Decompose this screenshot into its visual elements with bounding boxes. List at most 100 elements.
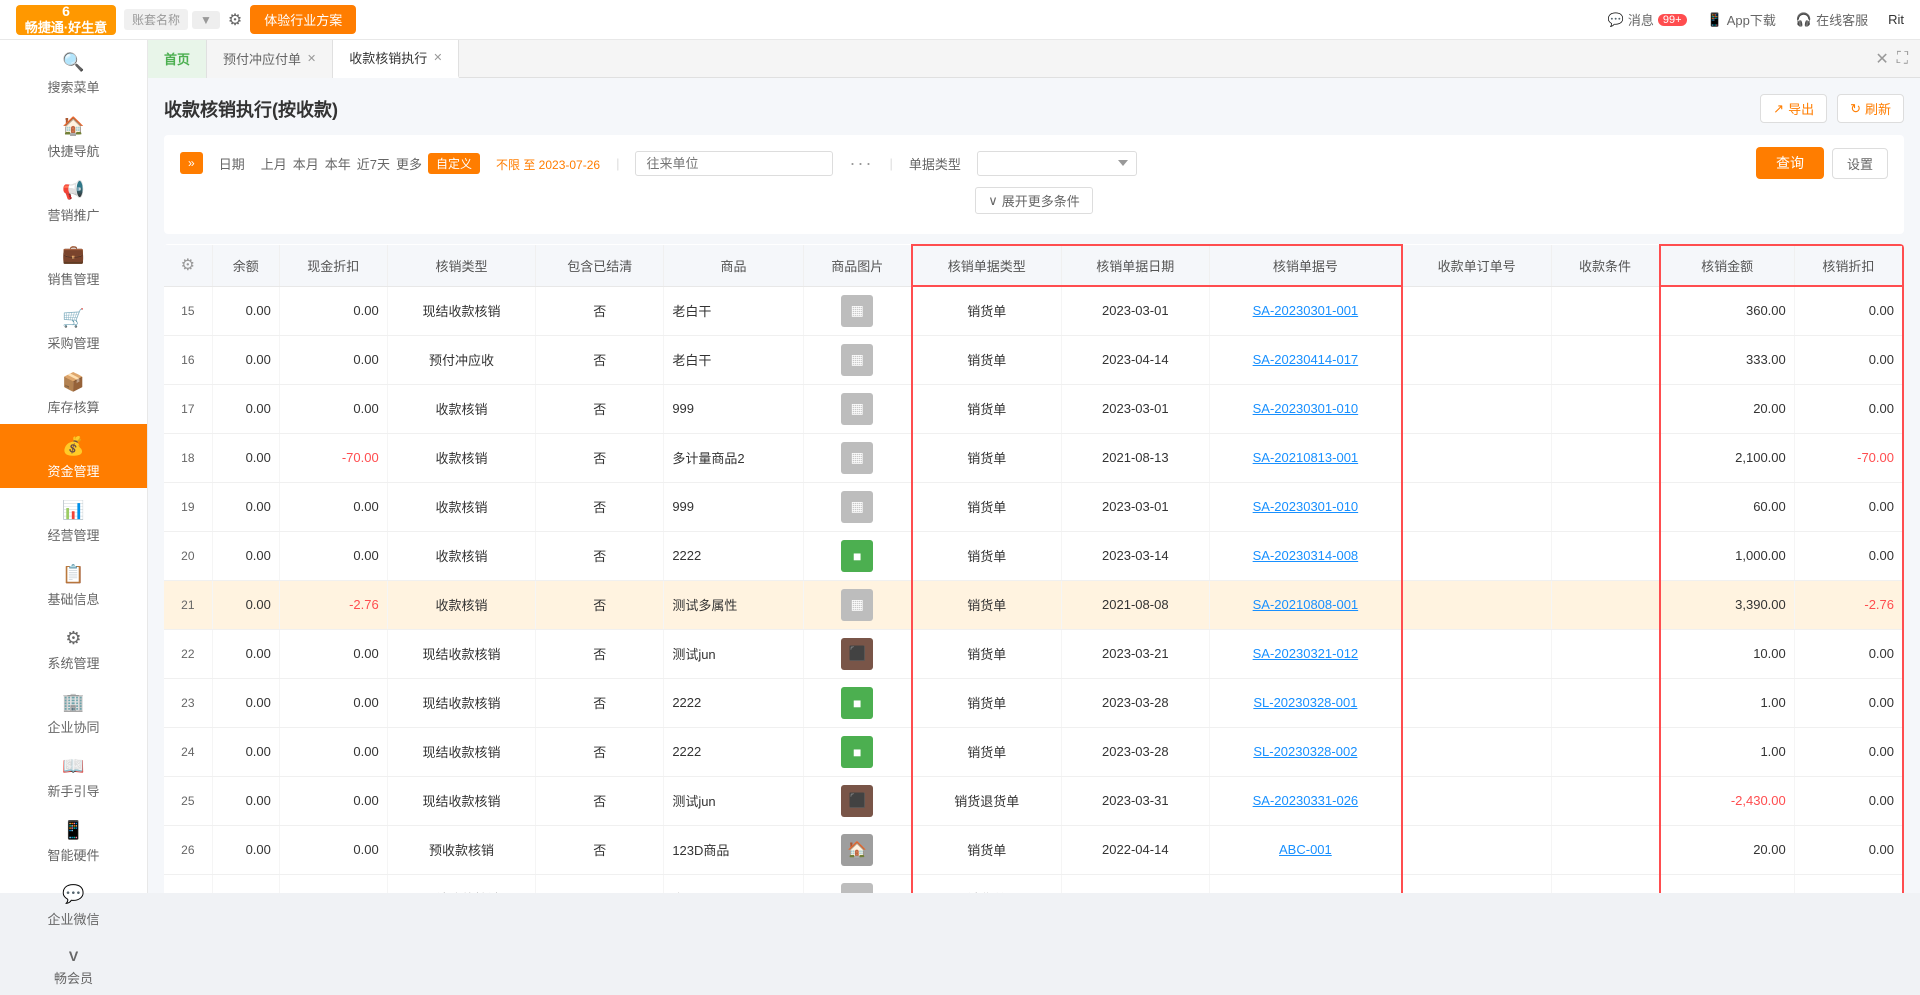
- tab-prepay[interactable]: 预付冲应付单 ✕: [207, 40, 333, 78]
- date-option-last-month[interactable]: 上月: [261, 154, 287, 173]
- baseinfo-icon: 📋: [62, 564, 84, 585]
- sidebar-label-purchase: 采购管理: [47, 333, 99, 352]
- tab-fullscreen-icon[interactable]: ⛶: [1897, 50, 1908, 68]
- operations-icon: 📊: [62, 500, 84, 521]
- date-custom-button[interactable]: 自定义: [428, 153, 480, 174]
- sidebar-label-vip: 畅会员: [54, 968, 93, 987]
- page-header: 收款核销执行(按收款) ↗ 导出 ↻ 刷新: [164, 94, 1904, 123]
- sidebar-label-quicknav: 快捷导航: [47, 141, 99, 160]
- counterparty-input[interactable]: [635, 151, 833, 176]
- bill-no-link[interactable]: ABC-001: [1279, 842, 1332, 857]
- table-row: 220.000.00现结收款核销否测试jun⬛销货单2023-03-21SA-2…: [164, 629, 1903, 678]
- query-button[interactable]: 查询: [1756, 147, 1824, 179]
- bill-no-link[interactable]: SA-20230301-010: [1253, 499, 1359, 514]
- table-header-row: ⚙ 余额 现金折扣 核销类型 包含已结清 商品 商品图片 核销单据类型 核销单据…: [164, 245, 1903, 286]
- filter-expand-button[interactable]: »: [180, 152, 203, 174]
- sidebar-item-operations[interactable]: 📊 经营管理: [0, 488, 147, 552]
- tab-prepay-label: 预付冲应付单: [223, 49, 301, 68]
- sidebar-item-finance[interactable]: 💰 资金管理: [0, 424, 147, 488]
- bill-no-link[interactable]: SA-20230331-026: [1253, 793, 1359, 808]
- bill-no-link[interactable]: SA-20230321-012: [1253, 646, 1359, 661]
- table-row: 230.000.00现结收款核销否2222■销货单2023-03-28SL-20…: [164, 678, 1903, 727]
- bill-no-link[interactable]: SA-20230414-017: [1253, 352, 1359, 367]
- sidebar-item-vip[interactable]: V 畅会员: [0, 936, 147, 995]
- message-badge: 99+: [1658, 14, 1687, 26]
- search-icon: 🔍: [62, 52, 84, 73]
- tab-prepay-close[interactable]: ✕: [307, 52, 316, 65]
- bill-no-link[interactable]: SA-20230301-001: [1253, 303, 1359, 318]
- bill-no-link[interactable]: SL-20230328-002: [1253, 744, 1357, 759]
- th-receipt-condition: 收款条件: [1551, 245, 1660, 286]
- bill-no-link[interactable]: SL-20230328-001: [1253, 695, 1357, 710]
- settings-button[interactable]: 设置: [1832, 148, 1888, 179]
- bill-no-link[interactable]: SA-20210813-001: [1253, 450, 1359, 465]
- sidebar-label-system: 系统管理: [47, 653, 99, 672]
- date-option-more[interactable]: 更多: [396, 154, 422, 173]
- wechat-icon: 💬: [62, 884, 84, 905]
- user-name[interactable]: Rit: [1888, 12, 1904, 27]
- bill-no-link[interactable]: SA-20230314-008: [1253, 548, 1359, 563]
- filter-area: » 日期 上月 本月 本年 近7天 更多 自定义 不限 至 2023-07-26: [164, 135, 1904, 234]
- sidebar-item-quicknav[interactable]: 🏠 快捷导航: [0, 104, 147, 168]
- product-image: ▦: [841, 393, 873, 425]
- download-icon: 📱: [1707, 12, 1723, 28]
- enterprise-icon: 🏢: [62, 692, 84, 713]
- tab-writeoff-close[interactable]: ✕: [433, 51, 442, 64]
- system-icon: ⚙: [65, 628, 81, 649]
- date-option-7days[interactable]: 近7天: [357, 154, 390, 173]
- sidebar-item-marketing[interactable]: 📢 营销推广: [0, 168, 147, 232]
- expand-more-button[interactable]: ∨ 展开更多条件: [975, 187, 1093, 214]
- top-bar: 6 畅捷通·好生意 账套名称 ▼ ⚙ 体验行业方案 💬 消息 99+ 📱 App…: [0, 0, 1920, 40]
- bill-no-link[interactable]: SA-20210808-001: [1253, 597, 1359, 612]
- sidebar-item-smarthw[interactable]: 📱 智能硬件: [0, 808, 147, 872]
- product-image: ⬛: [841, 638, 873, 670]
- tab-close-all-icon[interactable]: ✕: [1875, 49, 1888, 69]
- refresh-button[interactable]: ↻ 刷新: [1837, 94, 1904, 123]
- main-content: 首页 预付冲应付单 ✕ 收款核销执行 ✕ ✕ ⛶ 收款核销执行(按收款): [148, 40, 1920, 893]
- tab-home[interactable]: 首页: [148, 40, 207, 78]
- sidebar-label-baseinfo: 基础信息: [47, 589, 99, 608]
- sidebar-item-inventory[interactable]: 📦 库存核算: [0, 360, 147, 424]
- account-selector[interactable]: 账套名称 ▼: [124, 9, 220, 30]
- message-area[interactable]: 💬 消息 99+: [1608, 10, 1687, 29]
- th-settings[interactable]: ⚙: [164, 245, 212, 286]
- column-settings-icon[interactable]: ⚙: [181, 257, 195, 274]
- date-options: 上月 本月 本年 近7天 更多 自定义: [261, 153, 480, 174]
- sidebar-label-smarthw: 智能硬件: [47, 845, 99, 864]
- sidebar-item-wechat[interactable]: 💬 企业微信: [0, 872, 147, 936]
- sidebar-item-enterprise[interactable]: 🏢 企业协同: [0, 680, 147, 744]
- sales-icon: 💼: [62, 244, 84, 265]
- th-receipt-order: 收款单订单号: [1402, 245, 1551, 286]
- th-writeoff-discount: 核销折扣: [1794, 245, 1903, 286]
- counterparty-dots[interactable]: ···: [849, 153, 873, 174]
- receipt-type-select[interactable]: [977, 151, 1137, 176]
- date-option-this-month[interactable]: 本月: [293, 154, 319, 173]
- export-button[interactable]: ↗ 导出: [1760, 94, 1827, 123]
- online-service-area[interactable]: 🎧 在线客服: [1796, 10, 1868, 29]
- th-product: 商品: [664, 245, 803, 286]
- sidebar-item-guide[interactable]: 📖 新手引导: [0, 744, 147, 808]
- sidebar-label-finance: 资金管理: [47, 461, 99, 480]
- chevron-down-icon[interactable]: ▼: [192, 11, 220, 29]
- solution-button[interactable]: 体验行业方案: [250, 5, 356, 34]
- tab-writeoff-label: 收款核销执行: [349, 48, 427, 67]
- th-cash-discount: 现金折扣: [279, 245, 387, 286]
- sidebar-item-system[interactable]: ⚙ 系统管理: [0, 616, 147, 680]
- th-bill-no: 核销单据号: [1210, 245, 1402, 286]
- refresh-icon: ↻: [1850, 101, 1861, 117]
- table-row: 190.000.00收款核销否999▦销货单2023-03-01SA-20230…: [164, 482, 1903, 531]
- sidebar-item-purchase[interactable]: 🛒 采购管理: [0, 296, 147, 360]
- date-option-this-year[interactable]: 本年: [325, 154, 351, 173]
- bill-no-link[interactable]: SA-20230301-010: [1253, 401, 1359, 416]
- sidebar-item-sales[interactable]: 💼 销售管理: [0, 232, 147, 296]
- app-download-area[interactable]: 📱 App下载: [1707, 10, 1776, 29]
- sidebar-label-wechat: 企业微信: [47, 909, 99, 928]
- sidebar-item-search[interactable]: 🔍 搜索菜单: [0, 40, 147, 104]
- gear-icon[interactable]: ⚙: [228, 10, 242, 30]
- top-bar-left: 6 畅捷通·好生意 账套名称 ▼ ⚙ 体验行业方案: [16, 5, 356, 35]
- table-row: 240.000.00现结收款核销否2222■销货单2023-03-28SL-20…: [164, 727, 1903, 776]
- sidebar-item-baseinfo[interactable]: 📋 基础信息: [0, 552, 147, 616]
- tab-writeoff[interactable]: 收款核销执行 ✕: [333, 40, 459, 78]
- date-label: 日期: [219, 154, 245, 173]
- export-icon: ↗: [1773, 101, 1784, 117]
